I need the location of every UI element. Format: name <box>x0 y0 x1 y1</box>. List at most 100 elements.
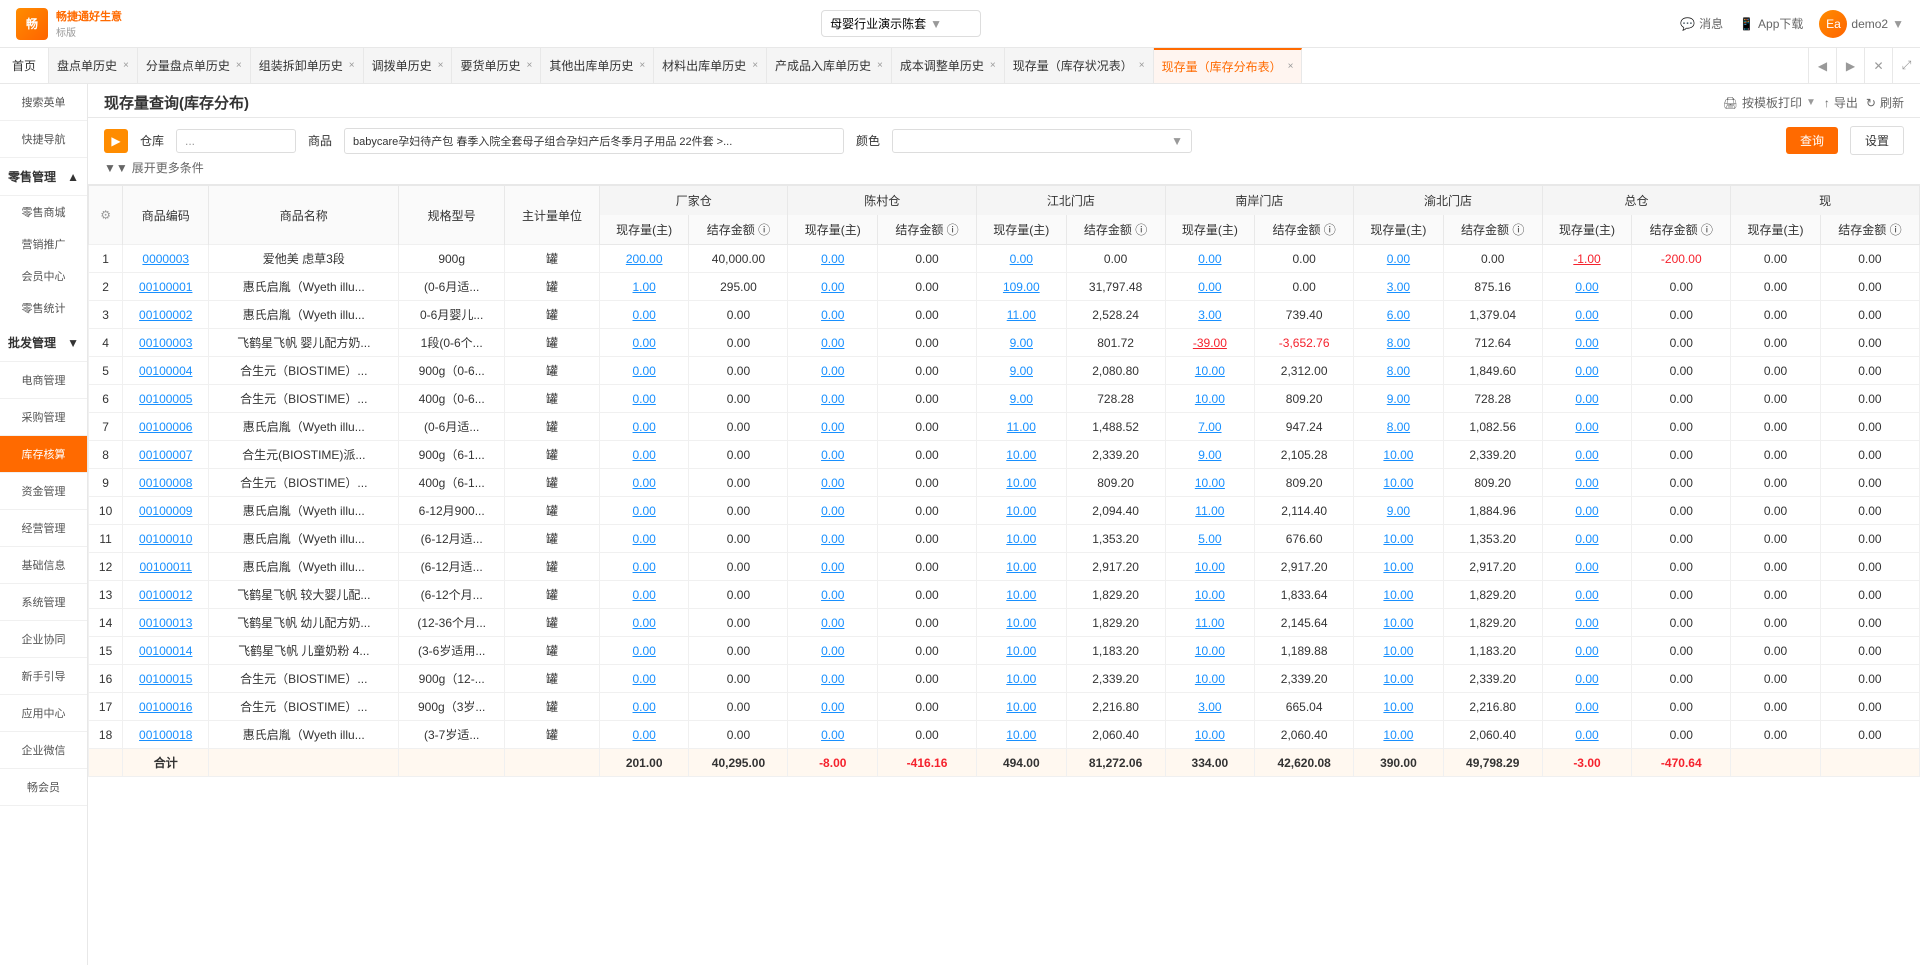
table-cell[interactable]: 0.00 <box>599 469 689 497</box>
sidebar-item-nav[interactable]: 快捷导航 <box>0 121 87 158</box>
table-cell[interactable]: 0.00 <box>788 693 878 721</box>
message-btn[interactable]: 💬 消息 <box>1680 15 1723 32</box>
sidebar-item-wechat[interactable]: 企业微信 <box>0 732 87 769</box>
table-cell[interactable]: 0.00 <box>599 497 689 525</box>
table-cell[interactable]: 00100007 <box>123 441 209 469</box>
th-gear[interactable]: ⚙ <box>89 186 123 245</box>
table-cell[interactable]: 10.00 <box>1354 721 1444 749</box>
table-cell[interactable]: 0.00 <box>599 609 689 637</box>
sidebar-item-operations[interactable]: 经营管理 <box>0 510 87 547</box>
table-cell[interactable]: 10.00 <box>1165 637 1255 665</box>
table-cell[interactable]: 109.00 <box>977 273 1067 301</box>
tab-11[interactable]: 现存量（库存分布表） × <box>1154 48 1303 83</box>
table-cell[interactable]: 0.00 <box>788 497 878 525</box>
table-cell[interactable]: 0.00 <box>788 357 878 385</box>
table-cell[interactable]: 10.00 <box>1354 469 1444 497</box>
table-cell[interactable]: 0.00 <box>1354 245 1444 273</box>
table-cell[interactable]: 0.00 <box>599 637 689 665</box>
tab-close-5[interactable]: × <box>526 60 532 71</box>
table-cell[interactable]: 11.00 <box>977 301 1067 329</box>
table-cell[interactable]: 3.00 <box>1165 693 1255 721</box>
sidebar-item-guide[interactable]: 新手引导 <box>0 658 87 695</box>
tab-close-6[interactable]: × <box>639 60 645 71</box>
table-cell[interactable]: 0.00 <box>1542 721 1632 749</box>
table-cell[interactable]: 10.00 <box>977 721 1067 749</box>
table-cell[interactable]: 9.00 <box>1354 385 1444 413</box>
table-cell[interactable]: 0.00 <box>788 245 878 273</box>
table-cell[interactable]: 6.00 <box>1354 301 1444 329</box>
table-cell[interactable]: 0.00 <box>1165 273 1255 301</box>
table-cell[interactable]: 00100002 <box>123 301 209 329</box>
table-cell[interactable]: 11.00 <box>1165 609 1255 637</box>
table-cell[interactable]: 10.00 <box>977 469 1067 497</box>
table-cell[interactable]: 0.00 <box>788 525 878 553</box>
tab-close-9[interactable]: × <box>990 60 996 71</box>
table-cell[interactable]: 0.00 <box>788 609 878 637</box>
table-cell[interactable]: 00100001 <box>123 273 209 301</box>
tab-close-8[interactable]: × <box>877 60 883 71</box>
sidebar-item-enterprise[interactable]: 企业协同 <box>0 621 87 658</box>
table-cell[interactable]: 0.00 <box>599 413 689 441</box>
table-cell[interactable]: 11.00 <box>977 413 1067 441</box>
tab-5[interactable]: 要货单历史 × <box>452 48 541 83</box>
table-cell[interactable]: 8.00 <box>1354 413 1444 441</box>
table-cell[interactable]: 10.00 <box>1165 581 1255 609</box>
sidebar-item-retail-store[interactable]: 零售商城 <box>0 196 87 228</box>
table-cell[interactable]: 00100004 <box>123 357 209 385</box>
tab-10[interactable]: 现存量（库存状况表） × <box>1005 48 1154 83</box>
table-cell[interactable]: 00100005 <box>123 385 209 413</box>
table-cell[interactable]: 0.00 <box>788 553 878 581</box>
print-btn[interactable]: 🖨 按模板打印 ▼ <box>1723 94 1816 111</box>
table-cell[interactable]: 0.00 <box>1542 497 1632 525</box>
table-cell[interactable]: 0.00 <box>599 525 689 553</box>
table-cell[interactable]: 10.00 <box>977 441 1067 469</box>
table-cell[interactable]: 00100008 <box>123 469 209 497</box>
table-cell[interactable]: 10.00 <box>977 665 1067 693</box>
tab-close-3[interactable]: × <box>349 60 355 71</box>
table-cell[interactable]: 8.00 <box>1354 357 1444 385</box>
table-cell[interactable]: 10.00 <box>1354 525 1444 553</box>
table-cell[interactable]: 10.00 <box>1165 469 1255 497</box>
table-cell[interactable]: 00100012 <box>123 581 209 609</box>
table-cell[interactable]: 0.00 <box>788 637 878 665</box>
table-cell[interactable]: 0.00 <box>1542 469 1632 497</box>
table-cell[interactable]: 0.00 <box>1542 553 1632 581</box>
table-cell[interactable]: 10.00 <box>1354 441 1444 469</box>
table-cell[interactable]: 3.00 <box>1354 273 1444 301</box>
tab-close-11[interactable]: × <box>1288 61 1294 72</box>
table-cell[interactable]: 0.00 <box>1542 413 1632 441</box>
table-cell[interactable]: -1.00 <box>1542 245 1632 273</box>
table-cell[interactable]: 10.00 <box>1354 609 1444 637</box>
table-cell[interactable]: 0.00 <box>1542 637 1632 665</box>
table-cell[interactable]: 9.00 <box>977 357 1067 385</box>
table-cell[interactable]: 8.00 <box>1354 329 1444 357</box>
table-cell[interactable]: 9.00 <box>1165 441 1255 469</box>
table-cell[interactable]: 10.00 <box>977 693 1067 721</box>
table-cell[interactable]: 0.00 <box>599 721 689 749</box>
tab-close-all-btn[interactable]: ✕ <box>1864 48 1892 84</box>
table-cell[interactable]: 00100014 <box>123 637 209 665</box>
tab-expand-btn[interactable]: ⤢ <box>1892 48 1920 84</box>
tab-3[interactable]: 组装拆卸单历史 × <box>251 48 364 83</box>
warehouse-input[interactable]: ... <box>176 129 296 153</box>
table-cell[interactable]: 0.00 <box>1542 357 1632 385</box>
user-profile[interactable]: Ea demo2 ▼ <box>1819 10 1904 38</box>
tab-prev-btn[interactable]: ◀ <box>1808 48 1836 84</box>
tab-6[interactable]: 其他出库单历史 × <box>541 48 654 83</box>
sidebar-item-purchase[interactable]: 采购管理 <box>0 399 87 436</box>
table-cell[interactable]: 11.00 <box>1165 497 1255 525</box>
sidebar-item-retail-stats[interactable]: 零售统计 <box>0 292 87 324</box>
sidebar-item-basic-info[interactable]: 基础信息 <box>0 547 87 584</box>
refresh-btn[interactable]: ↻ 刷新 <box>1866 94 1904 111</box>
tab-next-btn[interactable]: ▶ <box>1836 48 1864 84</box>
table-cell[interactable]: 0.00 <box>599 665 689 693</box>
table-cell[interactable]: 0.00 <box>788 581 878 609</box>
filter-toggle-btn[interactable]: ▶ <box>104 129 128 153</box>
table-cell[interactable]: 00100003 <box>123 329 209 357</box>
table-cell[interactable]: 0.00 <box>599 441 689 469</box>
table-cell[interactable]: 0.00 <box>788 413 878 441</box>
tab-close-2[interactable]: × <box>236 60 242 71</box>
table-cell[interactable]: 0.00 <box>1542 385 1632 413</box>
table-cell[interactable]: 00100016 <box>123 693 209 721</box>
sidebar-item-member2[interactable]: 畅会员 <box>0 769 87 806</box>
